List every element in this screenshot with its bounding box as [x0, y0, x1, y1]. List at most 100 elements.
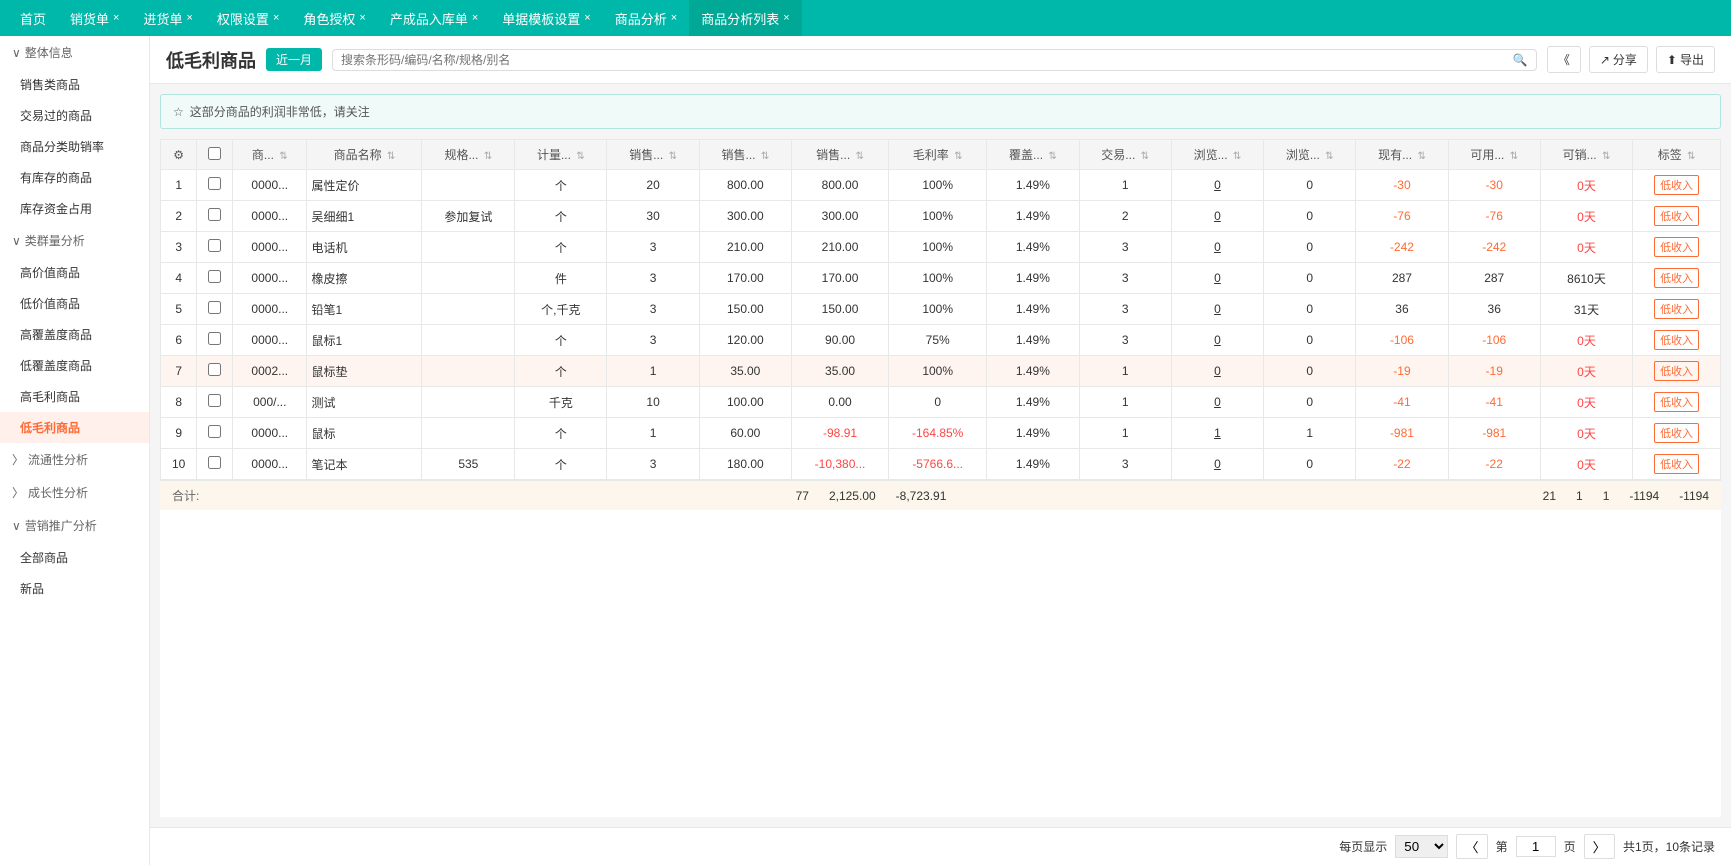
row-checkbox[interactable]	[208, 394, 221, 407]
col-code[interactable]: 商... ⇅	[233, 140, 307, 170]
close-icon[interactable]: ×	[359, 12, 365, 24]
select-all-checkbox[interactable]	[208, 147, 221, 160]
cell-checkbox[interactable]	[197, 449, 233, 480]
col-sales-qty[interactable]: 销售... ⇅	[607, 140, 699, 170]
col-tag[interactable]: 标签 ⇅	[1633, 140, 1721, 170]
close-icon[interactable]: ×	[472, 12, 478, 24]
cell-view1[interactable]: 0	[1171, 449, 1263, 480]
sidebar-item-high-coverage[interactable]: 高覆盖度商品	[0, 319, 149, 350]
date-filter-button[interactable]: 近一月	[266, 48, 322, 71]
per-page-select[interactable]: 50 20 100	[1395, 835, 1448, 858]
cell-checkbox[interactable]	[197, 325, 233, 356]
nav-sales-order[interactable]: 销货单 ×	[58, 0, 131, 36]
col-settings[interactable]: ⚙	[161, 140, 197, 170]
row-checkbox[interactable]	[208, 301, 221, 314]
cell-checkbox[interactable]	[197, 418, 233, 449]
col-current[interactable]: 现有... ⇅	[1356, 140, 1448, 170]
sidebar-group-overall[interactable]: ∨ 整体信息	[0, 36, 149, 69]
col-view1[interactable]: 浏览... ⇅	[1171, 140, 1263, 170]
close-icon[interactable]: ×	[113, 12, 119, 24]
view1-link[interactable]: 0	[1214, 178, 1221, 192]
row-checkbox[interactable]	[208, 332, 221, 345]
cell-checkbox[interactable]	[197, 294, 233, 325]
nav-product-analysis[interactable]: 商品分析 ×	[603, 0, 689, 36]
sidebar-item-high-margin[interactable]: 高毛利商品	[0, 381, 149, 412]
row-checkbox[interactable]	[208, 456, 221, 469]
cell-checkbox[interactable]	[197, 387, 233, 418]
sidebar-item-category-rate[interactable]: 商品分类助销率	[0, 131, 149, 162]
view1-link[interactable]: 0	[1214, 209, 1221, 223]
close-icon[interactable]: ×	[783, 12, 789, 24]
close-icon[interactable]: ×	[584, 12, 590, 24]
cell-view1[interactable]: 1	[1171, 418, 1263, 449]
view1-link[interactable]: 0	[1214, 333, 1221, 347]
view1-link[interactable]: 0	[1214, 364, 1221, 378]
nav-home[interactable]: 首页	[8, 0, 58, 36]
cell-view1[interactable]: 0	[1171, 294, 1263, 325]
cell-checkbox[interactable]	[197, 201, 233, 232]
row-checkbox[interactable]	[208, 208, 221, 221]
sidebar-item-traded-products[interactable]: 交易过的商品	[0, 100, 149, 131]
cell-checkbox[interactable]	[197, 170, 233, 201]
nav-template-settings[interactable]: 单据模板设置 ×	[490, 0, 602, 36]
cell-view1[interactable]: 0	[1171, 387, 1263, 418]
close-icon[interactable]: ×	[186, 12, 192, 24]
sidebar-group-growth[interactable]: 〉 成长性分析	[0, 476, 149, 509]
row-checkbox[interactable]	[208, 270, 221, 283]
nav-product-storage[interactable]: 产成品入库单 ×	[378, 0, 490, 36]
cell-checkbox[interactable]	[197, 232, 233, 263]
sidebar-item-low-margin[interactable]: 低毛利商品	[0, 412, 149, 443]
cell-view1[interactable]: 0	[1171, 356, 1263, 387]
view1-link[interactable]: 0	[1214, 240, 1221, 254]
view1-link[interactable]: 0	[1214, 457, 1221, 471]
cell-view1[interactable]: 0	[1171, 232, 1263, 263]
sidebar-item-low-coverage[interactable]: 低覆盖度商品	[0, 350, 149, 381]
row-checkbox[interactable]	[208, 239, 221, 252]
view1-link[interactable]: 0	[1214, 395, 1221, 409]
row-checkbox[interactable]	[208, 425, 221, 438]
sidebar-item-stocked-products[interactable]: 有库存的商品	[0, 162, 149, 193]
next-page-button[interactable]: 〉	[1584, 834, 1615, 859]
sidebar-item-stock-funds[interactable]: 库存资金占用	[0, 193, 149, 224]
cell-view1[interactable]: 0	[1171, 325, 1263, 356]
share-button[interactable]: ↗ 分享	[1589, 46, 1648, 73]
page-input[interactable]	[1516, 836, 1556, 857]
sidebar-item-sales-products[interactable]: 销售类商品	[0, 69, 149, 100]
data-table-container[interactable]: ⚙ 商... ⇅ 商品名称 ⇅ 规格... ⇅ 计量... ⇅ 销售... ⇅ …	[160, 139, 1721, 817]
sidebar-item-high-value[interactable]: 高价值商品	[0, 257, 149, 288]
export-button[interactable]: ⬆ 导出	[1656, 46, 1715, 73]
col-spec[interactable]: 规格... ⇅	[422, 140, 515, 170]
cell-checkbox[interactable]	[197, 263, 233, 294]
view1-link[interactable]: 1	[1214, 426, 1221, 440]
cell-view1[interactable]: 0	[1171, 263, 1263, 294]
col-available[interactable]: 可用... ⇅	[1448, 140, 1540, 170]
nav-product-analysis-list[interactable]: 商品分析列表 ×	[689, 0, 801, 36]
search-box[interactable]: 🔍	[332, 49, 1537, 71]
sidebar-group-marketing[interactable]: ∨ 营销推广分析	[0, 509, 149, 542]
cell-view1[interactable]: 0	[1171, 201, 1263, 232]
row-checkbox[interactable]	[208, 363, 221, 376]
nav-role-auth[interactable]: 角色授权 ×	[291, 0, 377, 36]
col-unit[interactable]: 计量... ⇅	[515, 140, 607, 170]
col-sales-amount[interactable]: 销售... ⇅	[791, 140, 888, 170]
col-view2[interactable]: 浏览... ⇅	[1264, 140, 1356, 170]
col-checkbox[interactable]	[197, 140, 233, 170]
view1-link[interactable]: 0	[1214, 302, 1221, 316]
nav-purchase-order[interactable]: 进货单 ×	[131, 0, 204, 36]
col-gross-rate[interactable]: 毛利率 ⇅	[889, 140, 987, 170]
col-sellable[interactable]: 可销... ⇅	[1540, 140, 1632, 170]
col-coverage[interactable]: 覆盖... ⇅	[987, 140, 1079, 170]
col-name[interactable]: 商品名称 ⇅	[307, 140, 422, 170]
cell-view1[interactable]: 0	[1171, 170, 1263, 201]
close-icon[interactable]: ×	[273, 12, 279, 24]
collapse-sidebar-button[interactable]: 《	[1547, 46, 1581, 73]
view1-link[interactable]: 0	[1214, 271, 1221, 285]
col-trade[interactable]: 交易... ⇅	[1079, 140, 1171, 170]
cell-checkbox[interactable]	[197, 356, 233, 387]
sidebar-item-new-products[interactable]: 新品	[0, 573, 149, 604]
sidebar-group-flow[interactable]: 〉 流通性分析	[0, 443, 149, 476]
prev-page-button[interactable]: 〈	[1456, 834, 1487, 859]
sidebar-item-all-products[interactable]: 全部商品	[0, 542, 149, 573]
close-icon[interactable]: ×	[671, 12, 677, 24]
nav-permission[interactable]: 权限设置 ×	[205, 0, 291, 36]
